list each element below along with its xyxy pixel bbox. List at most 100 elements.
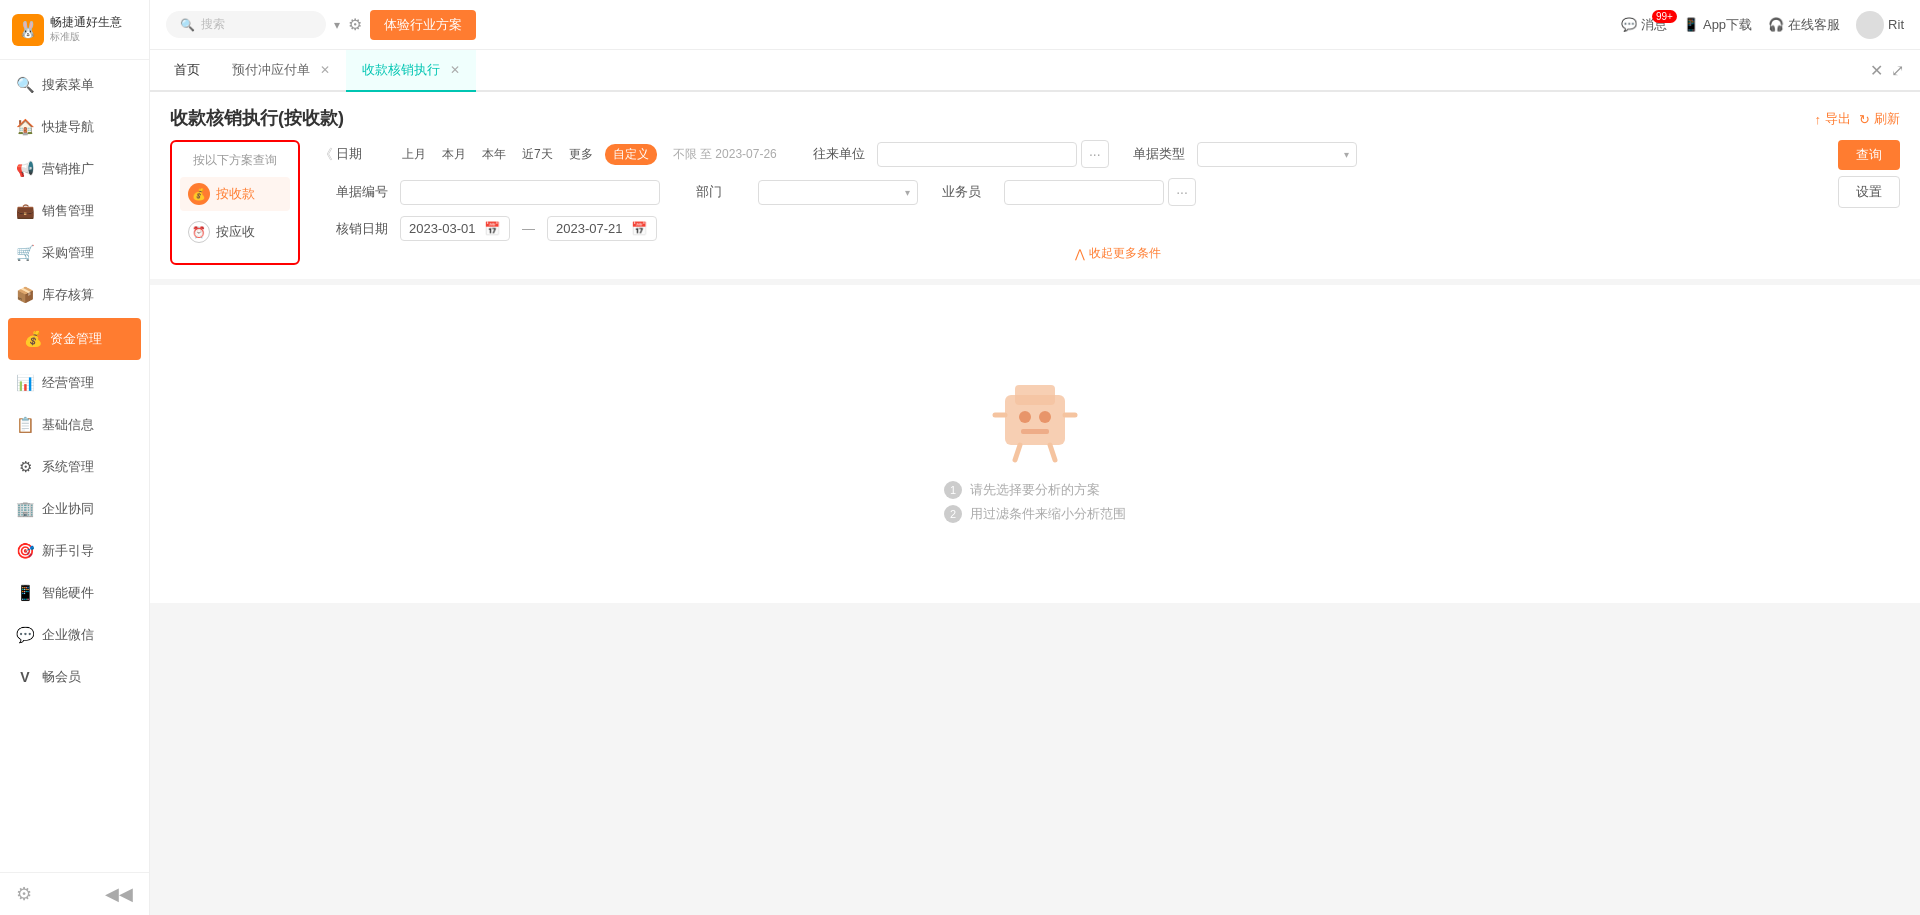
sidebar-item-hardware[interactable]: 📱 智能硬件 — [0, 572, 149, 614]
filter-option-by-receipt[interactable]: 💰 按收款 — [180, 177, 290, 211]
sidebar-item-finance[interactable]: 💰 资金管理 — [8, 318, 141, 360]
tip1-text: 请先选择要分析的方案 — [970, 481, 1100, 499]
sidebar-label-basic-info: 基础信息 — [42, 416, 94, 434]
receivable-icon: ⏰ — [188, 221, 210, 243]
voucher-type-label: 单据类型 — [1133, 145, 1185, 163]
verif-date-to-value: 2023-07-21 — [556, 221, 623, 236]
logo-area: 🐰 畅捷通好生意 标准版 — [0, 0, 149, 60]
expand-filter-btn[interactable]: ⋀ 收起更多条件 — [1075, 245, 1161, 262]
filter-option-by-receivable[interactable]: ⏰ 按应收 — [180, 215, 290, 249]
staff-input[interactable] — [1004, 180, 1164, 205]
calendar-icon: 📅 — [484, 221, 500, 236]
sidebar: 🐰 畅捷通好生意 标准版 🔍 搜索菜单 🏠 快捷导航 📢 营销推广 💼 销售管理… — [0, 0, 150, 915]
sidebar-label-search: 搜索菜单 — [42, 76, 94, 94]
page-title: 收款核销执行(按收款) — [170, 106, 344, 130]
avatar — [1856, 11, 1884, 39]
dropdown-chevron-icon[interactable]: ▾ — [334, 18, 340, 32]
online-service-btn[interactable]: 🎧 在线客服 — [1768, 16, 1840, 34]
tab-prepay-close[interactable]: ✕ — [320, 63, 330, 77]
tab-prepay[interactable]: 预付冲应付单 ✕ — [216, 50, 346, 92]
tab-bar: 首页 预付冲应付单 ✕ 收款核销执行 ✕ ✕ ⤢ — [150, 50, 1920, 92]
sidebar-label-quick-nav: 快捷导航 — [42, 118, 94, 136]
industry-btn[interactable]: 体验行业方案 — [370, 10, 476, 40]
filter-option-receivable-label: 按应收 — [216, 223, 255, 241]
tab-receipts-close[interactable]: ✕ — [450, 63, 460, 77]
refresh-btn[interactable]: ↻ 刷新 — [1859, 110, 1900, 128]
export-icon: ↑ — [1815, 112, 1822, 127]
gear-icon[interactable]: ⚙ — [348, 15, 362, 34]
date-tab-7days[interactable]: 近7天 — [518, 144, 557, 165]
verif-date-from-group: 2023-03-01 📅 — [400, 216, 510, 241]
date-tab-custom[interactable]: 自定义 — [605, 144, 657, 165]
query-btn[interactable]: 查询 — [1838, 140, 1900, 170]
verif-date-from-input[interactable]: 2023-03-01 📅 — [400, 216, 510, 241]
sidebar-item-inventory[interactable]: 📦 库存核算 — [0, 274, 149, 316]
verif-date-label: 核销日期 — [336, 220, 388, 238]
empty-tip-2: 2 用过滤条件来缩小分析范围 — [944, 505, 1126, 523]
dept-select-wrapper — [758, 180, 918, 205]
app-download-btn[interactable]: 📱 App下载 — [1683, 16, 1752, 34]
date-tab-more[interactable]: 更多 — [565, 144, 597, 165]
svg-line-7 — [1015, 445, 1020, 460]
sidebar-label-finance: 资金管理 — [50, 330, 102, 348]
staff-input-group: ··· — [1004, 178, 1196, 206]
user-profile[interactable]: Rit — [1856, 11, 1904, 39]
filter-option-receipt-label: 按收款 — [216, 185, 255, 203]
tab-bar-controls: ✕ ⤢ — [1870, 61, 1912, 80]
date-tab-this-month[interactable]: 本月 — [438, 144, 470, 165]
date-tab-this-year[interactable]: 本年 — [478, 144, 510, 165]
counterparty-dots-btn[interactable]: ··· — [1081, 140, 1109, 168]
voucher-type-select-wrapper — [1197, 142, 1357, 167]
message-btn[interactable]: 💬 消息 99+ — [1621, 16, 1667, 34]
sidebar-label-wechat: 企业微信 — [42, 626, 94, 644]
setting-btn[interactable]: 设置 — [1838, 176, 1900, 208]
counterparty-input-group: ··· — [877, 140, 1109, 168]
search-icon: 🔍 — [16, 76, 34, 94]
voucher-type-select[interactable] — [1197, 142, 1357, 167]
sidebar-item-member[interactable]: V 畅会员 — [0, 656, 149, 698]
empty-illustration — [985, 365, 1085, 465]
mobile-icon: 📱 — [1683, 17, 1699, 32]
sidebar-item-marketing[interactable]: 📢 营销推广 — [0, 148, 149, 190]
sidebar-label-sales: 销售管理 — [42, 202, 94, 220]
sidebar-item-enterprise[interactable]: 🏢 企业协同 — [0, 488, 149, 530]
sidebar-item-guide[interactable]: 🎯 新手引导 — [0, 530, 149, 572]
staff-dots-btn[interactable]: ··· — [1168, 178, 1196, 206]
verif-date-to-input[interactable]: 2023-07-21 📅 — [547, 216, 657, 241]
sidebar-item-basic-info[interactable]: 📋 基础信息 — [0, 404, 149, 446]
sidebar-item-search[interactable]: 🔍 搜索菜单 — [0, 64, 149, 106]
tab-receipts[interactable]: 收款核销执行 ✕ — [346, 50, 476, 92]
sidebar-item-system[interactable]: ⚙ 系统管理 — [0, 446, 149, 488]
sidebar-item-quick-nav[interactable]: 🏠 快捷导航 — [0, 106, 149, 148]
tab-home-label: 首页 — [174, 61, 200, 79]
voucher-no-input[interactable] — [400, 180, 660, 205]
dept-select[interactable] — [758, 180, 918, 205]
tab-home[interactable]: 首页 — [158, 50, 216, 92]
svg-point-2 — [1019, 411, 1031, 423]
empty-state: 1 请先选择要分析的方案 2 用过滤条件来缩小分析范围 — [150, 285, 1920, 603]
date-tab-last-month[interactable]: 上月 — [398, 144, 430, 165]
tab-expand-icon[interactable]: ⤢ — [1891, 61, 1904, 80]
management-icon: 📊 — [16, 374, 34, 392]
sidebar-item-wechat[interactable]: 💬 企业微信 — [0, 614, 149, 656]
filter-scheme-panel: 按以下方案查询 💰 按收款 ⏰ 按应收 — [170, 140, 300, 265]
collapse-sidebar-icon[interactable]: ◀◀ — [105, 883, 133, 905]
global-search[interactable]: 🔍 搜索 — [166, 11, 326, 38]
tip2-num: 2 — [944, 505, 962, 523]
tab-close-all-icon[interactable]: ✕ — [1870, 61, 1883, 80]
svg-rect-1 — [1015, 385, 1055, 405]
sidebar-item-purchase[interactable]: 🛒 采购管理 — [0, 232, 149, 274]
app-download-label: App下载 — [1703, 16, 1752, 34]
refresh-label: 刷新 — [1874, 110, 1900, 128]
empty-tips-container: 1 请先选择要分析的方案 2 用过滤条件来缩小分析范围 — [944, 481, 1126, 523]
sidebar-item-management[interactable]: 📊 经营管理 — [0, 362, 149, 404]
online-service-label: 在线客服 — [1788, 16, 1840, 34]
page-header: 收款核销执行(按收款) ↑ 导出 ↻ 刷新 — [150, 92, 1920, 130]
counterparty-input[interactable] — [877, 142, 1077, 167]
collapse-filter-btn[interactable]: 《 — [316, 146, 336, 164]
export-btn[interactable]: ↑ 导出 — [1815, 110, 1852, 128]
tab-prepay-label: 预付冲应付单 — [232, 61, 310, 79]
verif-date-row: 核销日期 2023-03-01 📅 — 2023-07-21 — [336, 216, 1826, 241]
settings-icon[interactable]: ⚙ — [16, 883, 32, 905]
sidebar-item-sales[interactable]: 💼 销售管理 — [0, 190, 149, 232]
